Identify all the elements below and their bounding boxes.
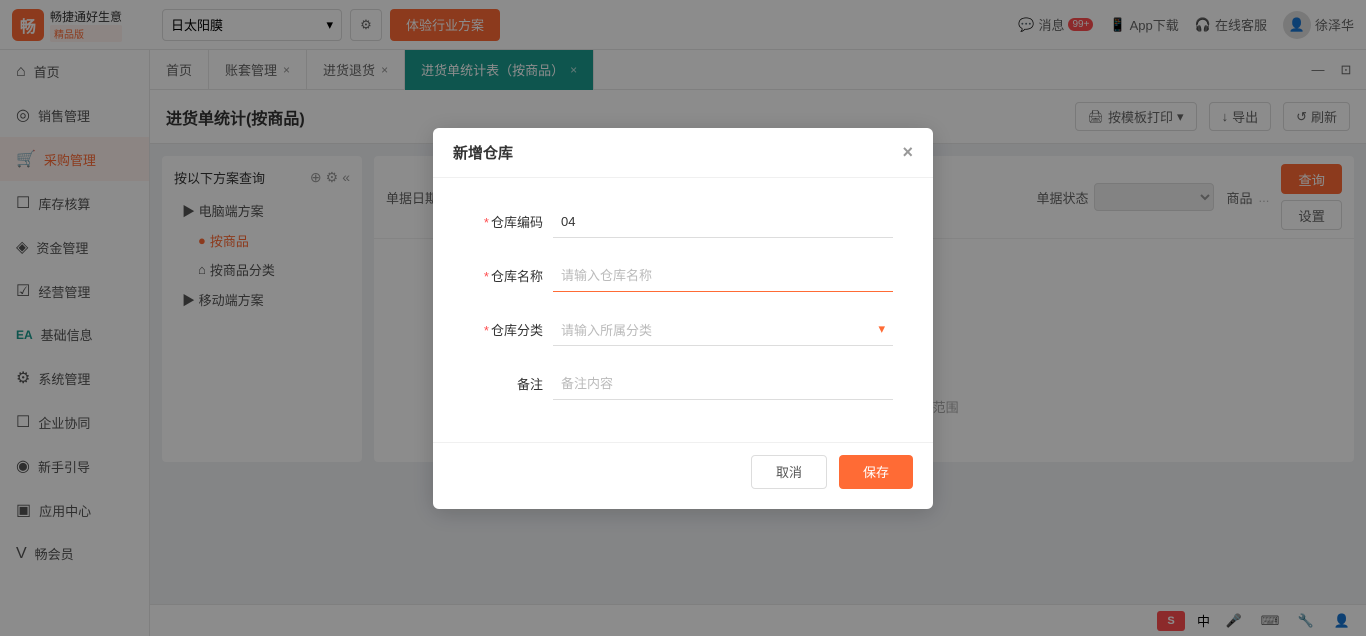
modal-footer: 取消 保存 bbox=[433, 442, 933, 509]
cancel-button[interactable]: 取消 bbox=[751, 455, 827, 489]
warehouse-name-input[interactable] bbox=[553, 260, 893, 292]
note-label: 备注 bbox=[473, 374, 553, 393]
modal-header: 新增仓库 × bbox=[433, 128, 933, 178]
modal-overlay: 新增仓库 × 仓库编码 仓库名称 仓库分类 请输入所属分类 ▾ bbox=[0, 0, 1366, 636]
modal-body: 仓库编码 仓库名称 仓库分类 请输入所属分类 ▾ 备注 bbox=[433, 178, 933, 442]
chevron-down-icon: ▾ bbox=[878, 321, 885, 337]
category-label: 仓库分类 bbox=[473, 320, 553, 339]
warehouse-code-input[interactable] bbox=[553, 206, 893, 238]
modal-title: 新增仓库 bbox=[453, 142, 513, 163]
form-row-name: 仓库名称 bbox=[473, 260, 893, 292]
code-label: 仓库编码 bbox=[473, 212, 553, 231]
modal-close-button[interactable]: × bbox=[902, 142, 913, 163]
name-label: 仓库名称 bbox=[473, 266, 553, 285]
form-row-code: 仓库编码 bbox=[473, 206, 893, 238]
form-row-category: 仓库分类 请输入所属分类 ▾ bbox=[473, 314, 893, 346]
new-warehouse-modal: 新增仓库 × 仓库编码 仓库名称 仓库分类 请输入所属分类 ▾ bbox=[433, 128, 933, 509]
form-row-note: 备注 bbox=[473, 368, 893, 400]
warehouse-note-input[interactable] bbox=[553, 368, 893, 400]
warehouse-category-select[interactable]: 请输入所属分类 ▾ bbox=[553, 314, 893, 346]
save-button[interactable]: 保存 bbox=[839, 455, 913, 489]
